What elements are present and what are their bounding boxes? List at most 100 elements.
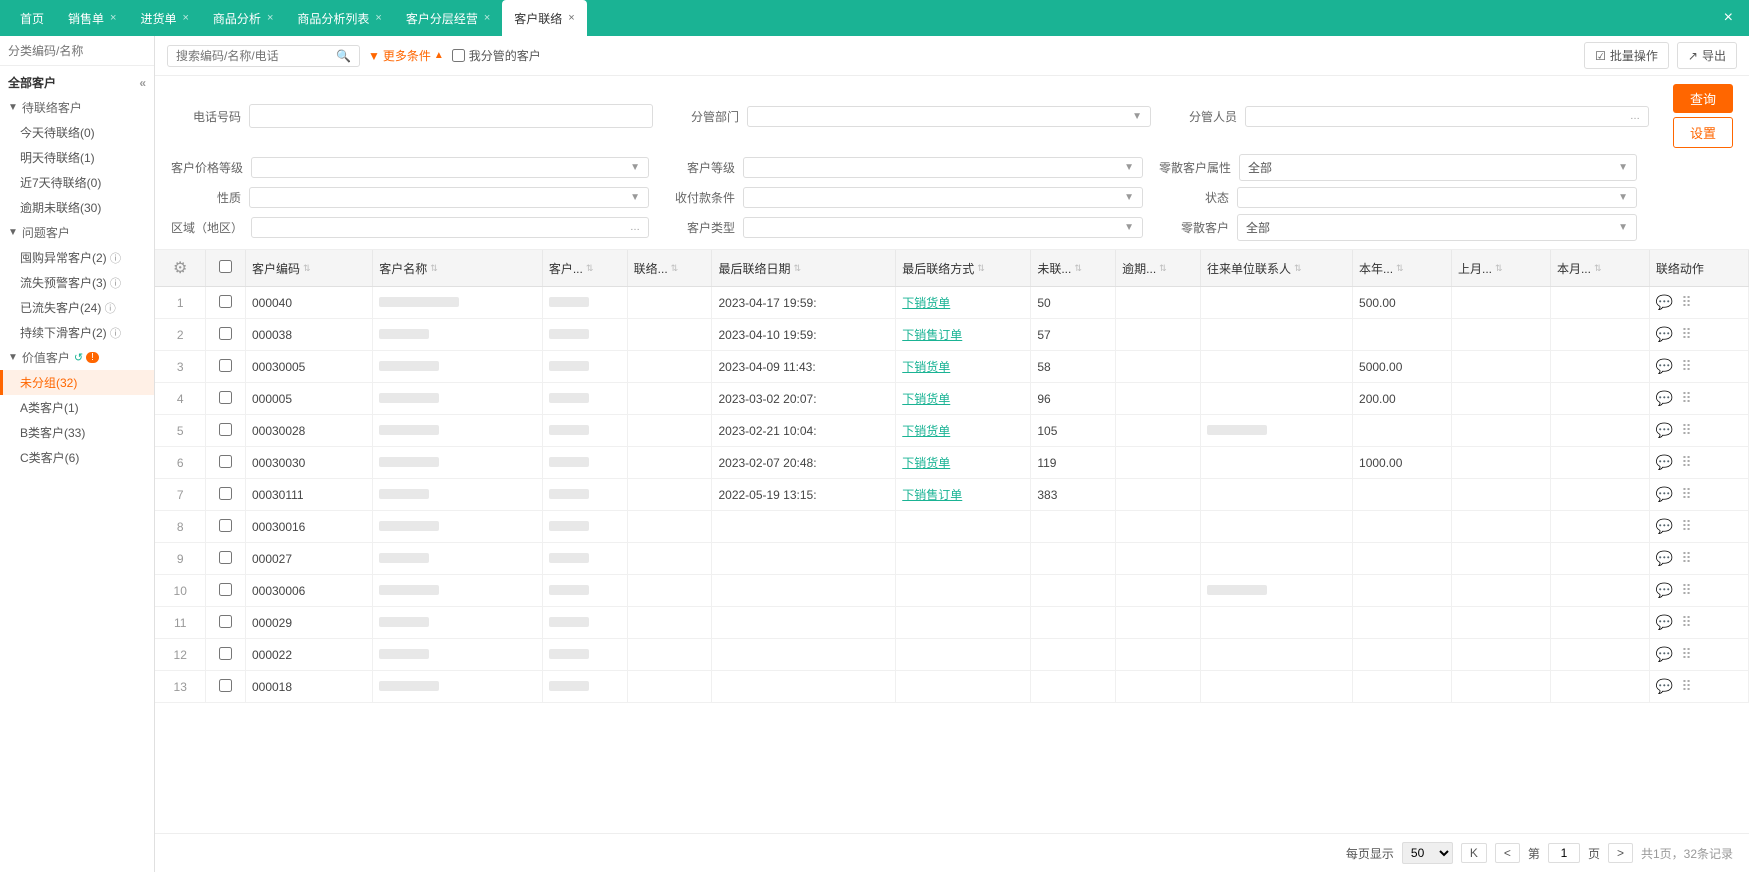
tab-customer-segment[interactable]: 客户分层经营 × xyxy=(394,0,502,36)
contact-icon[interactable]: 💬 xyxy=(1656,582,1673,599)
export-button[interactable]: ↗ 导出 xyxy=(1677,42,1737,69)
contact-icon[interactable]: 💬 xyxy=(1656,486,1673,503)
tab-sales-close[interactable]: × xyxy=(110,12,116,24)
td-check[interactable] xyxy=(206,639,246,671)
row-checkbox[interactable] xyxy=(219,487,232,500)
tab-product-list[interactable]: 商品分析列表 × xyxy=(285,0,393,36)
search-icon[interactable]: 🔍 xyxy=(336,49,351,63)
sidebar-item-tomorrow[interactable]: 明天待联络(1) xyxy=(0,145,154,170)
nature-select[interactable]: ▼ xyxy=(249,187,649,208)
lastway-link[interactable]: 下销货单 xyxy=(902,296,950,310)
tab-purchase-close[interactable]: × xyxy=(182,12,188,24)
th-company[interactable]: 往来单位联系人 ⇅ xyxy=(1200,250,1352,287)
row-checkbox[interactable] xyxy=(219,679,232,692)
td-lastway[interactable] xyxy=(896,607,1031,639)
th-checkbox[interactable] xyxy=(206,250,246,287)
sidebar-item-today[interactable]: 今天待联络(0) xyxy=(0,120,154,145)
more-icon[interactable]: ⠿ xyxy=(1681,390,1691,407)
th-thisyr[interactable]: 本年... ⇅ xyxy=(1353,250,1452,287)
th-name[interactable]: 客户名称 ⇅ xyxy=(373,250,543,287)
td-check[interactable] xyxy=(206,287,246,319)
row-checkbox[interactable] xyxy=(219,551,232,564)
reset-button[interactable]: 设置 xyxy=(1673,117,1733,148)
more-icon[interactable]: ⠿ xyxy=(1681,294,1691,311)
sidebar-group-value[interactable]: ▼ 价值客户 ↺ ! xyxy=(0,345,154,370)
tab-customer-segment-close[interactable]: × xyxy=(484,12,490,24)
more-icon[interactable]: ⠿ xyxy=(1681,646,1691,663)
cust-type-select[interactable]: ▼ xyxy=(743,217,1143,238)
contact-icon[interactable]: 💬 xyxy=(1656,390,1673,407)
sidebar-item-c-class[interactable]: C类客户(6) xyxy=(0,445,154,470)
dept-select[interactable]: ▼ xyxy=(747,106,1151,127)
sidebar-item-churn-warning[interactable]: 流失预警客户(3) ⓘ xyxy=(0,270,154,295)
region-select[interactable]: … xyxy=(251,217,649,238)
tab-customer-contact[interactable]: 客户联络 × xyxy=(502,0,586,36)
sidebar-item-ungrouped[interactable]: 未分组(32) xyxy=(0,370,154,395)
th-lastdate[interactable]: 最后联络日期 ⇅ xyxy=(712,250,896,287)
more-icon[interactable]: ⠿ xyxy=(1681,678,1691,695)
lastway-link[interactable]: 下销售订单 xyxy=(902,328,962,342)
row-checkbox[interactable] xyxy=(219,391,232,404)
td-check[interactable] xyxy=(206,575,246,607)
column-settings-btn[interactable]: ⚙ xyxy=(173,258,187,278)
td-check[interactable] xyxy=(206,543,246,575)
row-checkbox[interactable] xyxy=(219,327,232,340)
contact-icon[interactable]: 💬 xyxy=(1656,454,1673,471)
row-checkbox[interactable] xyxy=(219,583,232,596)
more-icon[interactable]: ⠿ xyxy=(1681,454,1691,471)
contact-icon[interactable]: 💬 xyxy=(1656,422,1673,439)
query-button[interactable]: 查询 xyxy=(1673,84,1733,113)
sidebar-search-input[interactable] xyxy=(8,44,155,58)
td-check[interactable] xyxy=(206,415,246,447)
more-icon[interactable]: ⠿ xyxy=(1681,518,1691,535)
refresh-value-icon[interactable]: ↺ xyxy=(74,351,83,364)
cust-level-select[interactable]: ▼ xyxy=(743,157,1143,178)
td-check[interactable] xyxy=(206,511,246,543)
contact-icon[interactable]: 💬 xyxy=(1656,614,1673,631)
td-check[interactable] xyxy=(206,479,246,511)
tab-home[interactable]: 首页 xyxy=(8,0,56,36)
tab-sales[interactable]: 销售单 × xyxy=(56,0,128,36)
batch-ops-button[interactable]: ☑ 批量操作 xyxy=(1584,42,1669,69)
td-check[interactable] xyxy=(206,383,246,415)
global-close-button[interactable]: × xyxy=(1716,9,1741,27)
more-icon[interactable]: ⠿ xyxy=(1681,550,1691,567)
per-page-select[interactable]: 50 100 200 xyxy=(1402,842,1453,864)
my-customers-filter[interactable]: 我分管的客户 xyxy=(452,47,541,64)
retail-cust-select[interactable]: 全部 ▼ xyxy=(1237,214,1637,241)
price-level-select[interactable]: ▼ xyxy=(251,157,649,178)
more-conditions-btn[interactable]: ▼ 更多条件 ▲ xyxy=(368,47,444,64)
sidebar-group-pending[interactable]: ▼ 待联络客户 xyxy=(0,95,154,120)
td-lastway[interactable]: 下销售订单 xyxy=(896,479,1031,511)
next-page-btn[interactable]: > xyxy=(1608,843,1633,863)
lastway-link[interactable]: 下销货单 xyxy=(902,392,950,406)
phone-input[interactable] xyxy=(249,104,653,128)
th-contact[interactable]: 联络... ⇅ xyxy=(627,250,712,287)
more-icon[interactable]: ⠿ xyxy=(1681,422,1691,439)
tab-product-analysis[interactable]: 商品分析 × xyxy=(201,0,285,36)
td-lastway[interactable]: 下销货单 xyxy=(896,415,1031,447)
td-lastway[interactable] xyxy=(896,671,1031,703)
th-overdue[interactable]: 逾期... ⇅ xyxy=(1116,250,1201,287)
td-lastway[interactable] xyxy=(896,639,1031,671)
row-checkbox[interactable] xyxy=(219,423,232,436)
person-select[interactable]: … xyxy=(1245,106,1649,127)
tab-customer-contact-close[interactable]: × xyxy=(568,12,574,24)
lastway-link[interactable]: 下销货单 xyxy=(902,456,950,470)
more-icon[interactable]: ⠿ xyxy=(1681,614,1691,631)
payment-select[interactable]: ▼ xyxy=(743,187,1143,208)
select-all-checkbox[interactable] xyxy=(219,260,232,273)
contact-icon[interactable]: 💬 xyxy=(1656,358,1673,375)
th-lastmo[interactable]: 上月... ⇅ xyxy=(1451,250,1550,287)
contact-icon[interactable]: 💬 xyxy=(1656,294,1673,311)
prev-page-btn[interactable]: < xyxy=(1495,843,1520,863)
search-input[interactable] xyxy=(176,49,336,63)
td-check[interactable] xyxy=(206,447,246,479)
th-ncontact[interactable]: 未联... ⇅ xyxy=(1031,250,1116,287)
sidebar-item-churned[interactable]: 已流失客户(24) ⓘ xyxy=(0,295,154,320)
sidebar-group-problem[interactable]: ▼ 问题客户 xyxy=(0,220,154,245)
contact-icon[interactable]: 💬 xyxy=(1656,550,1673,567)
td-check[interactable] xyxy=(206,607,246,639)
contact-icon[interactable]: 💬 xyxy=(1656,518,1673,535)
td-lastway[interactable]: 下销售订单 xyxy=(896,319,1031,351)
